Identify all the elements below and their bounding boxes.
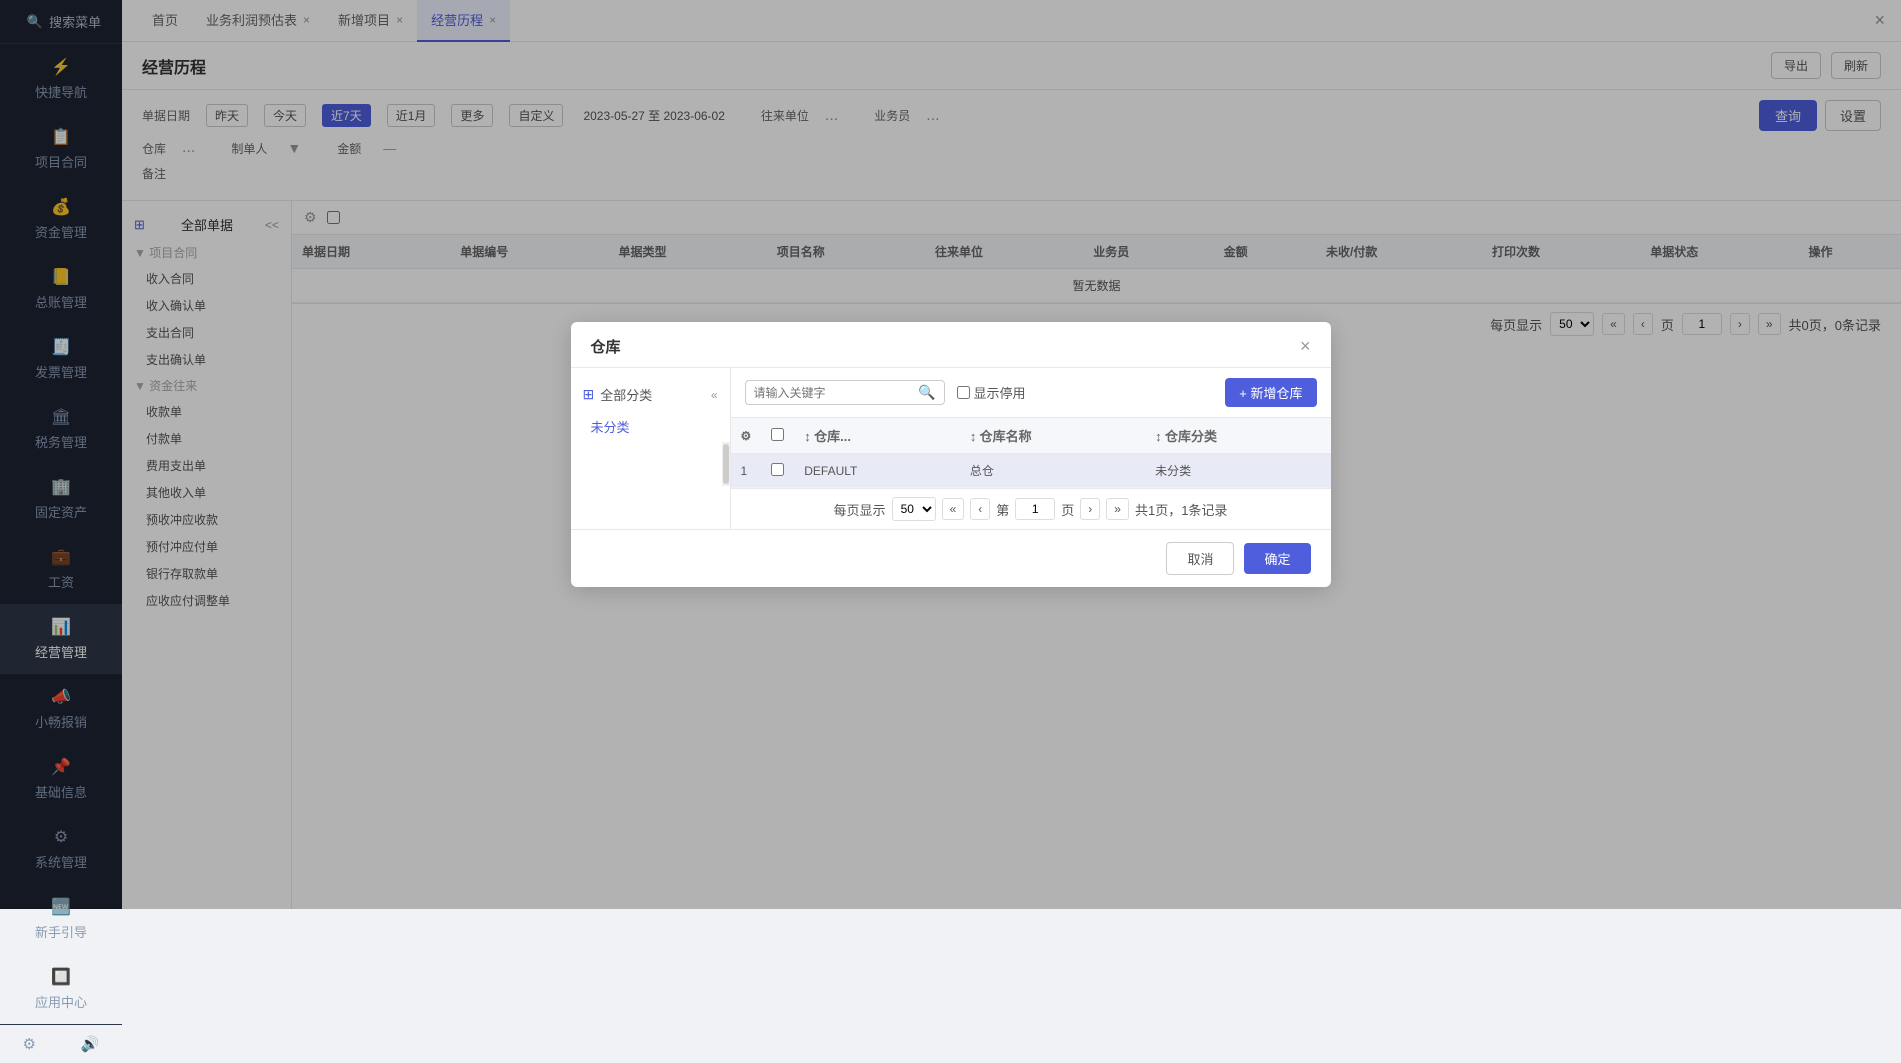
modal-overlay: 仓库 × ⊞ 全部分类 « 未分类 <box>0 0 1901 909</box>
modal-left-scrollbar[interactable] <box>722 442 730 486</box>
sidebar-item-app-center[interactable]: 🔲 应用中心 <box>0 954 122 1024</box>
modal-col-gear: ⚙ <box>731 418 762 454</box>
modal-search-icon: 🔍 <box>918 384 935 401</box>
warehouse-modal: 仓库 × ⊞ 全部分类 « 未分类 <box>571 322 1331 587</box>
row-checkbox <box>761 454 794 488</box>
scroll-thumb <box>723 444 729 484</box>
modal-header: 仓库 × <box>571 322 1331 368</box>
add-warehouse-button[interactable]: + 新增仓库 <box>1225 378 1316 407</box>
col-category-label: 仓库分类 <box>1165 429 1217 444</box>
modal-pagination: 每页显示 50 « ‹ 第 页 › » 共1页，1条记录 <box>731 488 1331 529</box>
col-code-label: 仓库... <box>814 429 851 444</box>
modal-left-all-label: 全部分类 <box>600 385 652 404</box>
modal-left-unclassified-label: 未分类 <box>591 420 630 435</box>
show-disabled-checkbox[interactable] <box>957 386 970 399</box>
row-code: DEFAULT <box>794 454 960 488</box>
grid-icon: ⊞ <box>583 386 595 403</box>
table-row[interactable]: 1 DEFAULT 总仓 未分类 <box>731 454 1331 488</box>
modal-close-button[interactable]: × <box>1300 336 1311 357</box>
col-name-label: 仓库名称 <box>980 429 1032 444</box>
show-disabled-text: 显示停用 <box>974 383 1026 402</box>
col-code-sort-icon: ↕ <box>804 429 811 444</box>
modal-left-all-category[interactable]: ⊞ 全部分类 « <box>571 378 730 411</box>
row-name: 总仓 <box>960 454 1145 488</box>
modal-page-suffix: 页 <box>1061 500 1074 519</box>
col-category-sort-icon: ↕ <box>1155 429 1162 444</box>
show-disabled-label[interactable]: 显示停用 <box>957 383 1026 402</box>
sidebar-bottom: ⚙ 🔊 <box>0 1024 122 1063</box>
col-name-sort-icon: ↕ <box>970 429 977 444</box>
modal-last-page[interactable]: » <box>1106 498 1129 520</box>
volume-icon[interactable]: 🔊 <box>81 1035 100 1053</box>
modal-next-page[interactable]: › <box>1080 498 1100 520</box>
modal-search-input[interactable] <box>754 386 919 400</box>
modal-body: ⊞ 全部分类 « 未分类 <box>571 368 1331 529</box>
modal-total-text: 共1页，1条记录 <box>1135 500 1227 519</box>
modal-col-checkbox <box>761 418 794 454</box>
row-category: 未分类 <box>1145 454 1330 488</box>
modal-toolbar: 🔍 显示停用 + 新增仓库 <box>731 368 1331 418</box>
modal-title: 仓库 <box>591 336 621 357</box>
modal-col-category[interactable]: ↕ 仓库分类 <box>1145 418 1330 454</box>
modal-footer: 取消 确定 <box>571 529 1331 587</box>
modal-select-all[interactable] <box>771 428 784 441</box>
cancel-button[interactable]: 取消 <box>1166 542 1234 575</box>
modal-table: ⚙ ↕ 仓库... ↕ 仓库名称 <box>731 418 1331 488</box>
modal-first-page[interactable]: « <box>942 498 965 520</box>
row-gear: 1 <box>731 454 762 488</box>
confirm-button[interactable]: 确定 <box>1244 543 1310 574</box>
modal-page-input[interactable] <box>1015 498 1055 520</box>
app-center-icon: 🔲 <box>51 967 71 987</box>
collapse-left-icon[interactable]: « <box>711 388 718 402</box>
modal-right-panel: 🔍 显示停用 + 新增仓库 ⚙ <box>731 368 1331 529</box>
modal-per-page-select[interactable]: 50 <box>892 497 936 521</box>
modal-search-box: 🔍 <box>745 380 945 405</box>
modal-left-panel: ⊞ 全部分类 « 未分类 <box>571 368 731 529</box>
settings-icon[interactable]: ⚙ <box>22 1035 35 1053</box>
warehouse-table: ⚙ ↕ 仓库... ↕ 仓库名称 <box>731 418 1331 488</box>
modal-left-unclassified[interactable]: 未分类 <box>571 411 730 442</box>
modal-prev-page[interactable]: ‹ <box>970 498 990 520</box>
sidebar-item-label: 应用中心 <box>35 992 87 1011</box>
modal-col-code[interactable]: ↕ 仓库... <box>794 418 960 454</box>
modal-per-page-label: 每页显示 <box>834 500 886 519</box>
modal-col-name[interactable]: ↕ 仓库名称 <box>960 418 1145 454</box>
modal-page-label: 第 <box>996 500 1009 519</box>
sidebar-item-label: 新手引导 <box>35 922 87 941</box>
